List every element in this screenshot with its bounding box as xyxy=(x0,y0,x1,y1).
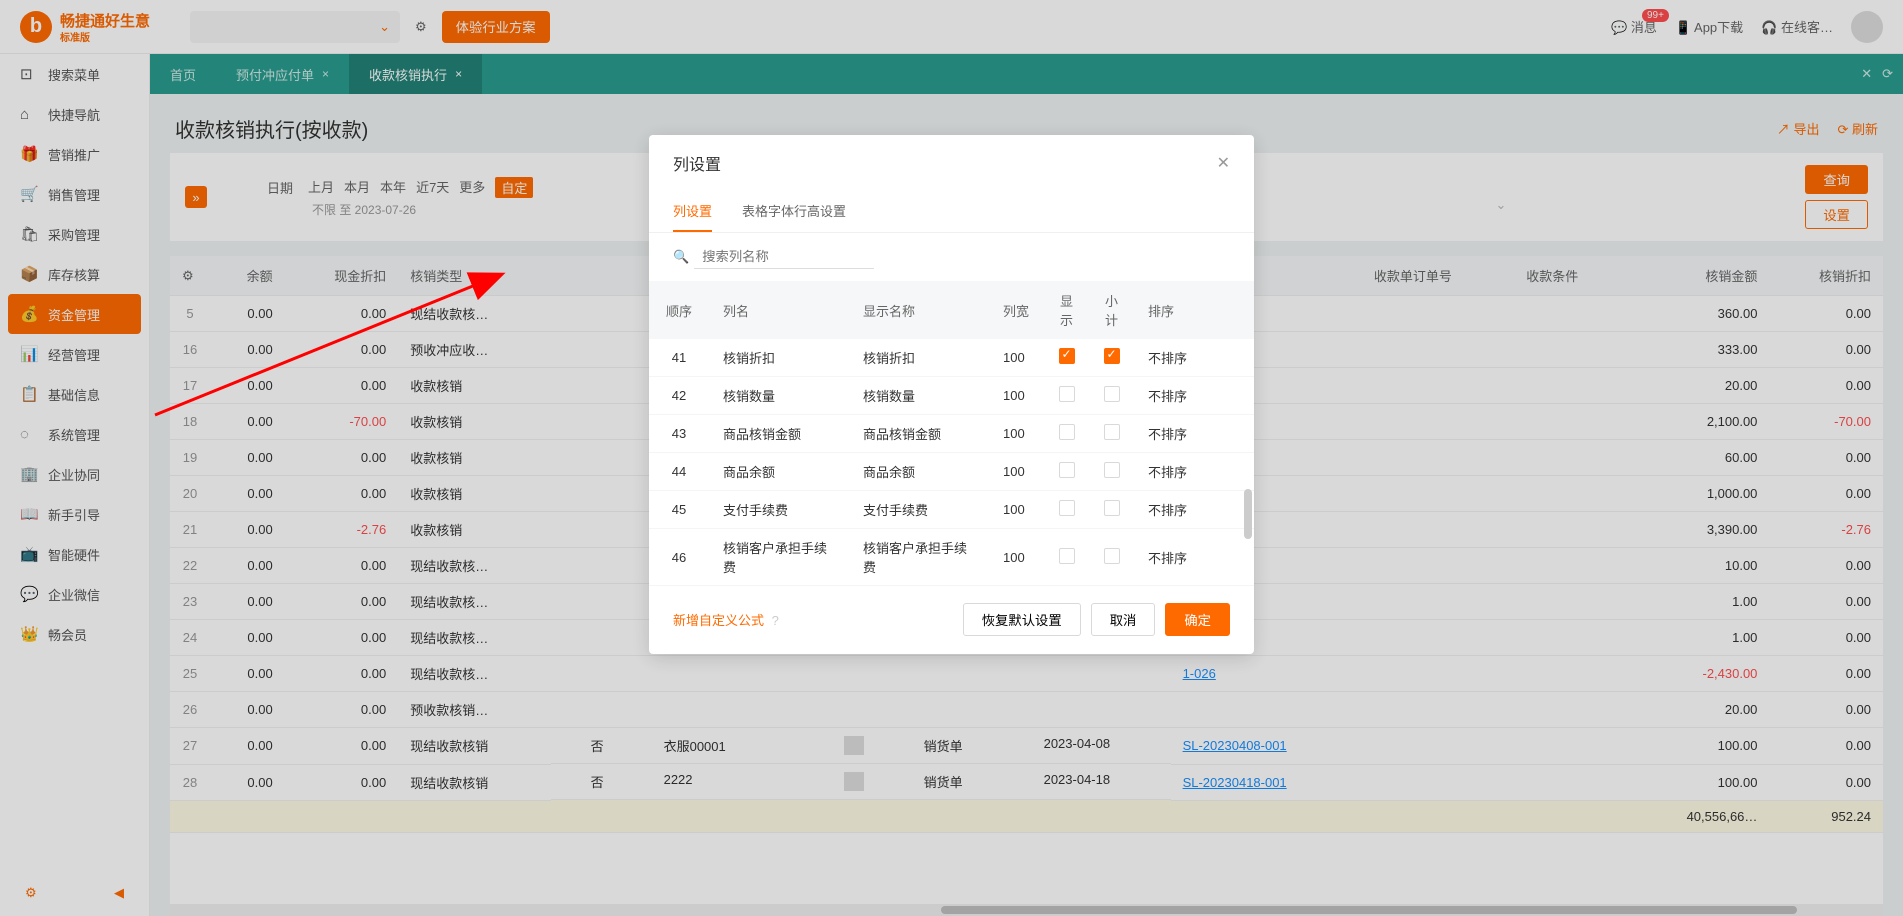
show-checkbox[interactable] xyxy=(1059,500,1075,516)
column-setting-row: 42 核销数量 核销数量 100 不排序 xyxy=(649,377,1254,415)
sort-select[interactable]: 不排序 xyxy=(1134,586,1254,590)
column-setting-row: 44 商品余额 商品余额 100 不排序 xyxy=(649,453,1254,491)
modal-scrollbar[interactable] xyxy=(1244,489,1252,539)
add-formula-link[interactable]: 新增自定义公式 ? xyxy=(673,610,779,629)
column-setting-row: 41 核销折扣 核销折扣 100 不排序 xyxy=(649,339,1254,377)
sort-select[interactable]: 不排序 xyxy=(1134,415,1254,453)
close-icon[interactable]: ✕ xyxy=(1217,153,1230,173)
sort-select[interactable]: 不排序 xyxy=(1134,529,1254,586)
sort-select[interactable]: 不排序 xyxy=(1134,339,1254,377)
modal-col-width: 列宽 xyxy=(989,281,1044,339)
column-setting-row: 45 支付手续费 支付手续费 100 不排序 xyxy=(649,491,1254,529)
show-checkbox[interactable] xyxy=(1059,462,1075,478)
column-settings-modal: 列设置 ✕ 列设置 表格字体行高设置 🔍 顺序 列名 显示名称 列宽 显示 小计… xyxy=(649,135,1254,654)
modal-col-show: 显示 xyxy=(1044,281,1089,339)
column-setting-row: 43 商品核销金额 商品核销金额 100 不排序 xyxy=(649,415,1254,453)
modal-title: 列设置 xyxy=(673,151,721,175)
subtotal-checkbox[interactable] xyxy=(1104,424,1120,440)
sort-select[interactable]: 不排序 xyxy=(1134,377,1254,415)
subtotal-checkbox[interactable] xyxy=(1104,500,1120,516)
show-checkbox[interactable] xyxy=(1059,348,1075,364)
show-checkbox[interactable] xyxy=(1059,424,1075,440)
modal-col-seq: 顺序 xyxy=(649,281,709,339)
subtotal-checkbox[interactable] xyxy=(1104,348,1120,364)
column-setting-row: 46 核销客户承担手续费 核销客户承担手续费 100 不排序 xyxy=(649,529,1254,586)
show-checkbox[interactable] xyxy=(1059,548,1075,564)
subtotal-checkbox[interactable] xyxy=(1104,548,1120,564)
modal-col-subtotal: 小计 xyxy=(1089,281,1134,339)
help-icon[interactable]: ? xyxy=(772,613,779,628)
subtotal-checkbox[interactable] xyxy=(1104,386,1120,402)
column-search-input[interactable] xyxy=(694,245,874,269)
modal-col-sort: 排序 xyxy=(1134,281,1254,339)
modal-overlay: 列设置 ✕ 列设置 表格字体行高设置 🔍 顺序 列名 显示名称 列宽 显示 小计… xyxy=(0,0,1903,916)
column-setting-row: 47 核销支付手续费 核销支付手续费 100 不排序 xyxy=(649,586,1254,590)
modal-col-name: 列名 xyxy=(709,281,849,339)
search-icon: 🔍 xyxy=(673,249,689,265)
sort-select[interactable]: 不排序 xyxy=(1134,491,1254,529)
subtotal-checkbox[interactable] xyxy=(1104,462,1120,478)
modal-tab-columns[interactable]: 列设置 xyxy=(673,191,712,232)
modal-col-display: 显示名称 xyxy=(849,281,989,339)
restore-default-button[interactable]: 恢复默认设置 xyxy=(963,603,1081,636)
cancel-button[interactable]: 取消 xyxy=(1091,603,1156,636)
sort-select[interactable]: 不排序 xyxy=(1134,453,1254,491)
confirm-button[interactable]: 确定 xyxy=(1165,603,1230,636)
show-checkbox[interactable] xyxy=(1059,386,1075,402)
modal-tab-font[interactable]: 表格字体行高设置 xyxy=(742,191,846,232)
